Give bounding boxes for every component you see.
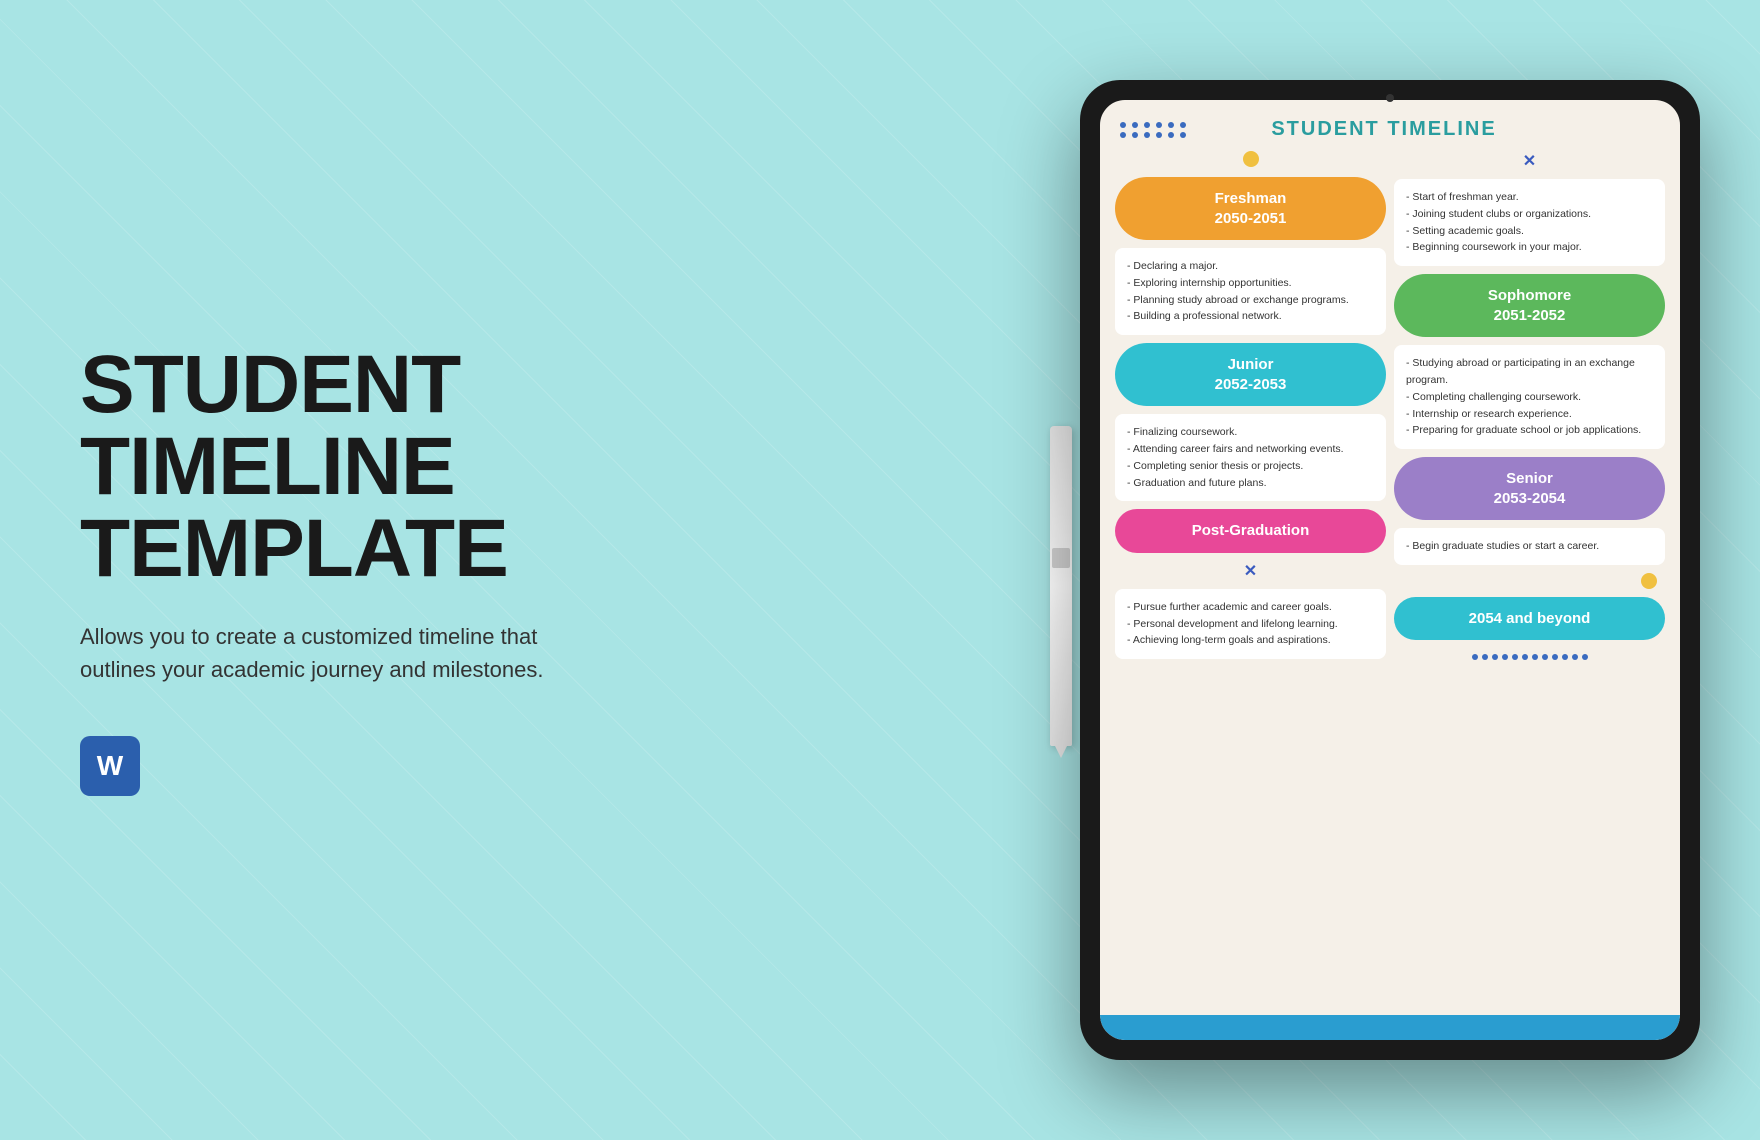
freshman-button: Freshman 2050-2051 <box>1115 177 1386 240</box>
x-mark-top: ✕ <box>1394 151 1665 171</box>
screen-content: Freshman 2050-2051 - Declaring a major. … <box>1100 151 1680 1015</box>
yellow-dot-top <box>1243 151 1259 167</box>
junior-info-right: - Studying abroad or participating in an… <box>1394 345 1665 449</box>
main-title: STUDENTTIMELINETEMPLATE <box>80 344 660 590</box>
right-column: ✕ - Start of freshman year. - Joining st… <box>1394 151 1665 1005</box>
subtitle: Allows you to create a customized timeli… <box>80 620 560 686</box>
screen-title: STUDENT TIMELINE <box>1271 118 1496 141</box>
dots-decoration-left <box>1120 122 1188 138</box>
word-icon: W <box>80 736 140 796</box>
beyond-info-left: - Pursue further academic and career goa… <box>1115 589 1386 659</box>
postgrad-button: Post-Graduation <box>1115 509 1386 553</box>
sophomore-info-left: - Declaring a major. - Exploring interns… <box>1115 248 1386 335</box>
timeline-grid: Freshman 2050-2051 - Declaring a major. … <box>1115 151 1665 1005</box>
yellow-dot-right <box>1641 573 1657 589</box>
sophomore-button: Sophomore 2051-2052 <box>1394 274 1665 337</box>
postgrad-info-right: - Begin graduate studies or start a care… <box>1394 528 1665 565</box>
bottom-bar <box>1100 1015 1680 1040</box>
pencil <box>1050 426 1072 746</box>
left-column: Freshman 2050-2051 - Declaring a major. … <box>1115 151 1386 1005</box>
tablet-screen: STUDENT TIMELINE Freshman 2 <box>1100 100 1680 1040</box>
screen-header: STUDENT TIMELINE <box>1100 100 1680 151</box>
tablet: STUDENT TIMELINE Freshman 2 <box>1080 80 1700 1060</box>
junior-button: Junior 2052-2053 <box>1115 343 1386 406</box>
x-mark-bottom: ✕ <box>1115 561 1386 581</box>
freshman-info-right: - Start of freshman year. - Joining stud… <box>1394 179 1665 266</box>
tablet-wrapper: STUDENT TIMELINE Freshman 2 <box>1080 80 1700 1060</box>
beyond-button: 2054 and beyond <box>1394 597 1665 641</box>
left-panel: STUDENTTIMELINETEMPLATE Allows you to cr… <box>80 344 660 796</box>
senior-button: Senior 2053-2054 <box>1394 457 1665 520</box>
senior-info-left: - Finalizing coursework. - Attending car… <box>1115 414 1386 501</box>
dots-decoration-bottom <box>1394 648 1665 664</box>
